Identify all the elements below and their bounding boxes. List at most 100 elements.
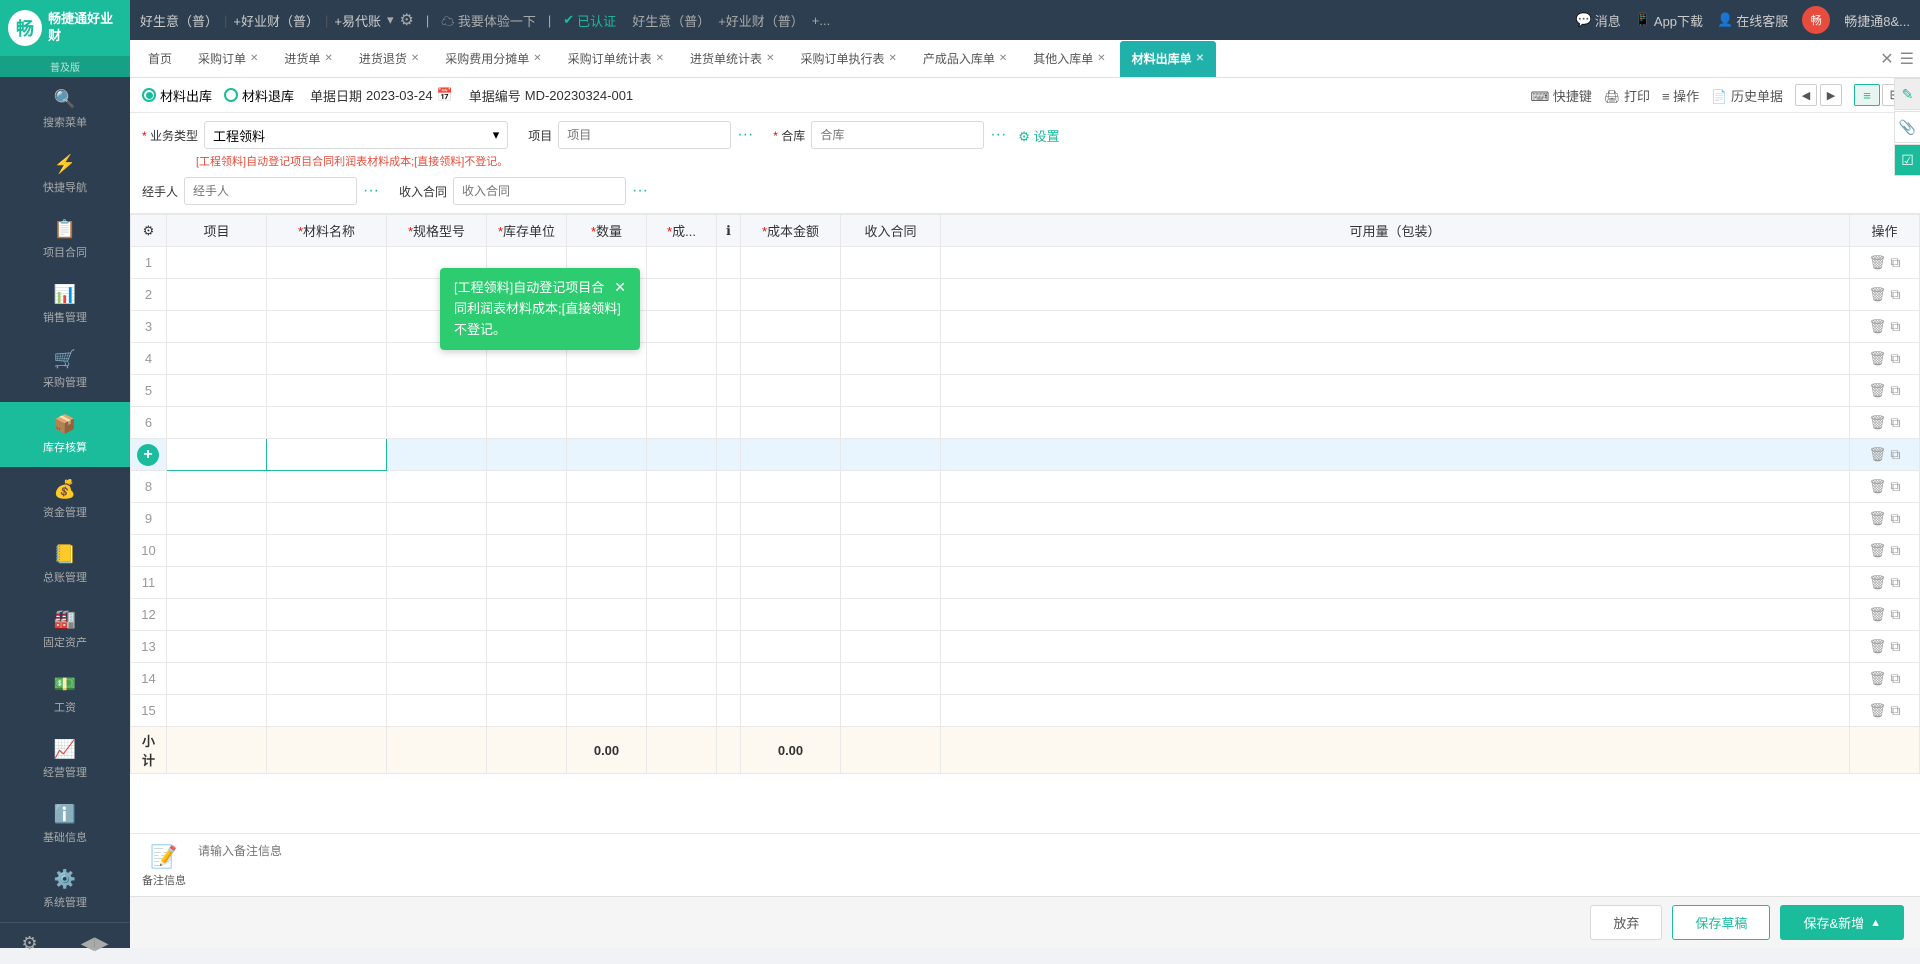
- row-cost-amount[interactable]: [741, 407, 841, 439]
- row-cost-amount[interactable]: [741, 471, 841, 503]
- row-project[interactable]: [167, 535, 267, 567]
- delete-row-btn[interactable]: 🗑: [1869, 286, 1887, 303]
- copy-row-btn[interactable]: ⧉: [1890, 446, 1900, 463]
- row-cost-amount[interactable]: [741, 599, 841, 631]
- copy-row-btn[interactable]: ⧉: [1890, 254, 1900, 271]
- row-quantity[interactable]: [567, 407, 647, 439]
- row-cost-amount[interactable]: [741, 695, 841, 727]
- row-available[interactable]: [941, 247, 1850, 279]
- handler-dots[interactable]: ···: [363, 182, 379, 200]
- row-unit[interactable]: [487, 695, 567, 727]
- row-available-active[interactable]: [941, 439, 1850, 471]
- tab-incoming[interactable]: 进货单 ✕: [272, 41, 344, 77]
- row-cost-amount[interactable]: [741, 535, 841, 567]
- row-material[interactable]: [267, 247, 387, 279]
- row-available[interactable]: [941, 535, 1850, 567]
- nav2-item3[interactable]: +...: [812, 13, 830, 28]
- row-quantity[interactable]: [567, 375, 647, 407]
- row-cost-amount[interactable]: [741, 343, 841, 375]
- row-project[interactable]: [167, 471, 267, 503]
- project-input[interactable]: [558, 121, 731, 149]
- row-material[interactable]: [267, 535, 387, 567]
- delete-row-btn[interactable]: 🗑: [1869, 446, 1887, 463]
- row-available[interactable]: [941, 311, 1850, 343]
- settings-bottom-icon[interactable]: ⚙: [22, 933, 38, 954]
- row-material[interactable]: [267, 311, 387, 343]
- tab-close-other-in[interactable]: ✕: [1097, 53, 1105, 64]
- row-contract[interactable]: [841, 375, 941, 407]
- row-project[interactable]: [167, 663, 267, 695]
- row-material[interactable]: [267, 375, 387, 407]
- row-available[interactable]: [941, 599, 1850, 631]
- next-arrow[interactable]: ▶: [1820, 84, 1842, 106]
- tab-close-all[interactable]: ✕: [1880, 49, 1893, 69]
- row-project[interactable]: [167, 311, 267, 343]
- row-contract[interactable]: [841, 407, 941, 439]
- row-spec[interactable]: [387, 663, 487, 695]
- row-quantity[interactable]: [567, 695, 647, 727]
- row-project[interactable]: [167, 407, 267, 439]
- sidebar-item-system[interactable]: ⚙️ 系统管理: [0, 857, 130, 922]
- print-btn[interactable]: 🖨 打印: [1604, 86, 1650, 105]
- row-spec[interactable]: [387, 471, 487, 503]
- settings-btn[interactable]: ⚙ 设置: [1018, 126, 1059, 145]
- row-cost[interactable]: [647, 247, 717, 279]
- row-cost-active[interactable]: [647, 439, 717, 471]
- handler-input[interactable]: [184, 177, 357, 205]
- row-cost[interactable]: [647, 695, 717, 727]
- tab-purchase-exec[interactable]: 采购订单执行表 ✕: [788, 41, 908, 77]
- row-material[interactable]: [267, 599, 387, 631]
- add-row-button[interactable]: +: [137, 444, 159, 466]
- tab-close-purchase-exec[interactable]: ✕: [888, 53, 896, 64]
- copy-row-btn[interactable]: ⧉: [1890, 382, 1900, 399]
- tab-close-product-in[interactable]: ✕: [999, 53, 1007, 64]
- row-spec[interactable]: [387, 535, 487, 567]
- income-contract-input[interactable]: [453, 177, 626, 205]
- sidebar-item-search[interactable]: 🔍 搜索菜单: [0, 77, 130, 142]
- row-material[interactable]: [267, 631, 387, 663]
- notes-input[interactable]: [198, 842, 1908, 882]
- row-cost[interactable]: [647, 567, 717, 599]
- tab-close-incoming-return[interactable]: ✕: [411, 53, 419, 64]
- row-project[interactable]: [167, 247, 267, 279]
- sn-value[interactable]: MD-20230324-001: [525, 88, 633, 103]
- tab-incoming-stat[interactable]: 进货单统计表 ✕: [678, 41, 786, 77]
- row-material[interactable]: [267, 471, 387, 503]
- row-available[interactable]: [941, 375, 1850, 407]
- row-cost[interactable]: [647, 279, 717, 311]
- delete-row-btn[interactable]: 🗑: [1869, 478, 1887, 495]
- row-cost[interactable]: [647, 407, 717, 439]
- row-cost[interactable]: [647, 535, 717, 567]
- row-quantity[interactable]: [567, 471, 647, 503]
- history-btn[interactable]: 📄 历史单据: [1711, 86, 1783, 105]
- row-cost-amount[interactable]: [741, 247, 841, 279]
- row-contract[interactable]: [841, 535, 941, 567]
- online-service-btn[interactable]: 👤 在线客服: [1717, 11, 1788, 30]
- copy-row-btn[interactable]: ⧉: [1890, 542, 1900, 559]
- sidebar-item-assets[interactable]: 🏭 固定资产: [0, 597, 130, 662]
- row-contract[interactable]: [841, 631, 941, 663]
- row-spec[interactable]: [387, 375, 487, 407]
- nav-haoshengyi[interactable]: 好生意（普）: [140, 11, 218, 30]
- row-spec[interactable]: [387, 407, 487, 439]
- delete-row-btn[interactable]: 🗑: [1869, 350, 1887, 367]
- delete-row-btn[interactable]: 🗑: [1869, 254, 1887, 271]
- delete-row-btn[interactable]: 🗑: [1869, 638, 1887, 655]
- operation-btn[interactable]: ≡ 操作: [1662, 86, 1699, 105]
- tab-material-out[interactable]: 材料出库单 ✕: [1120, 41, 1216, 77]
- copy-row-btn[interactable]: ⧉: [1890, 478, 1900, 495]
- row-contract[interactable]: [841, 247, 941, 279]
- nav-settings-icon[interactable]: ⚙: [400, 10, 414, 30]
- app-download-btn[interactable]: 📱 App下载: [1635, 11, 1703, 30]
- row-unit[interactable]: [487, 503, 567, 535]
- row-cost[interactable]: [647, 599, 717, 631]
- calendar-icon[interactable]: 📅: [437, 87, 453, 103]
- row-material[interactable]: [267, 279, 387, 311]
- tab-menu[interactable]: ☰: [1900, 49, 1914, 69]
- row-spec[interactable]: [387, 631, 487, 663]
- row-spec[interactable]: [387, 503, 487, 535]
- tab-close-purchase-cost[interactable]: ✕: [533, 53, 541, 64]
- delete-row-btn[interactable]: 🗑: [1869, 574, 1887, 591]
- row-cost[interactable]: [647, 311, 717, 343]
- tab-close-incoming-stat[interactable]: ✕: [766, 53, 774, 64]
